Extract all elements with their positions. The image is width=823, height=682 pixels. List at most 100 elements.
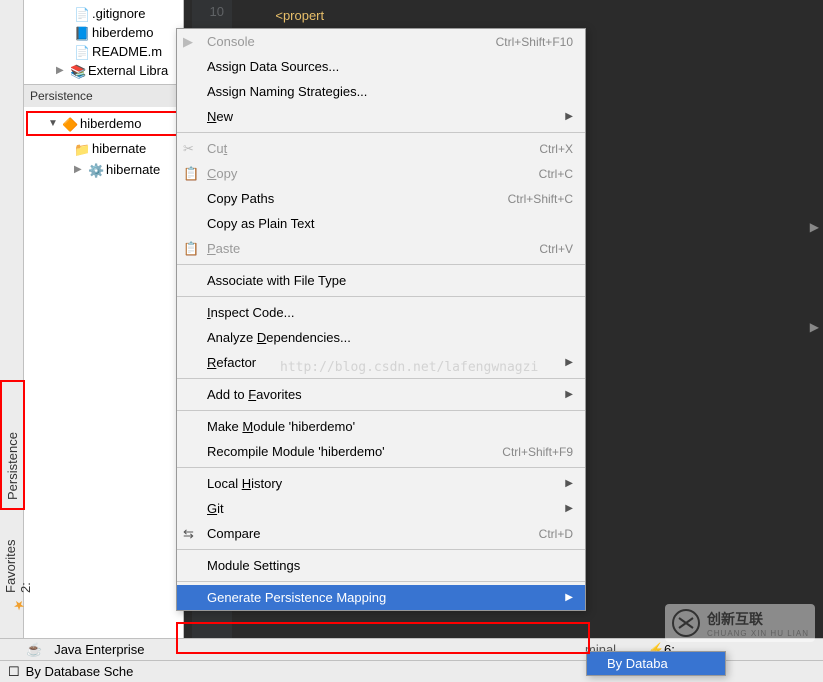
menu-item-cut[interactable]: ✂ CutCtrl+X xyxy=(177,136,585,161)
code-line: <propert xyxy=(232,4,823,28)
menu-item-label: Assign Data Sources... xyxy=(207,59,573,74)
menu-item-label: Paste xyxy=(207,241,539,256)
expand-arrow-icon[interactable]: ▶ xyxy=(74,164,84,175)
menu-separator xyxy=(177,378,585,379)
menu-item-add-to-favorites[interactable]: Add to Favorites▶ xyxy=(177,382,585,407)
config-icon: ⚙️ xyxy=(88,163,102,177)
menu-item-label: Module Settings xyxy=(207,558,573,573)
menu-item-recompile-module-hiberdemo[interactable]: Recompile Module 'hiberdemo'Ctrl+Shift+F… xyxy=(177,439,585,464)
menu-separator xyxy=(177,132,585,133)
menu-item-label: Git xyxy=(207,501,555,516)
folder-icon: 📁 xyxy=(74,142,88,156)
tree-item[interactable]: 📄 .gitignore xyxy=(24,4,183,23)
menu-item-label: Compare xyxy=(207,526,539,541)
submenu-arrow-icon: ▶ xyxy=(565,503,573,514)
submenu-arrow-icon: ▶ xyxy=(565,592,573,603)
menu-item-module-settings[interactable]: Module Settings xyxy=(177,553,585,578)
menu-item-copy-paths[interactable]: Copy PathsCtrl+Shift+C xyxy=(177,186,585,211)
status-java-enterprise[interactable]: Java Enterprise xyxy=(54,642,144,657)
star-icon: ★ xyxy=(11,597,26,612)
module-file-icon: 📘 xyxy=(74,26,88,40)
watermark-logo-icon xyxy=(671,608,701,638)
menu-item-compare[interactable]: ⇆CompareCtrl+D xyxy=(177,521,585,546)
tree-item-label: README.m xyxy=(92,44,162,59)
submenu-item-by-database[interactable]: By Databa xyxy=(587,652,725,675)
menu-separator xyxy=(177,264,585,265)
line-number: 10 xyxy=(196,4,224,19)
persistence-item[interactable]: ▶ ⚙️ hibernate xyxy=(24,159,183,180)
copy-icon: 📋 xyxy=(183,166,199,182)
menu-item-label: Associate with File Type xyxy=(207,273,573,288)
menu-item-local-history[interactable]: Local History▶ xyxy=(177,471,585,496)
tree-item-label: hiberdemo xyxy=(92,25,153,40)
submenu-arrow-icon: ▶ xyxy=(565,357,573,368)
menu-item-git[interactable]: Git ▶ xyxy=(177,496,585,521)
paste-icon: 📋 xyxy=(183,241,199,257)
menu-separator xyxy=(177,467,585,468)
menu-item-copy-as-plain-text[interactable]: Copy as Plain Text xyxy=(177,211,585,236)
menu-shortcut: Ctrl+X xyxy=(539,142,573,156)
menu-item-label: Cut xyxy=(207,141,539,156)
menu-separator xyxy=(177,549,585,550)
menu-item-analyze-dependencies[interactable]: Analyze Dependencies... xyxy=(177,325,585,350)
menu-item-label: Refactor xyxy=(207,355,555,370)
menu-item-inspect-code[interactable]: Inspect Code... xyxy=(177,300,585,325)
project-panel: 📄 .gitignore 📘 hiberdemo 📄 README.m ▶ 📚 … xyxy=(24,0,184,682)
expand-arrow-icon[interactable]: ▶ xyxy=(56,65,66,76)
watermark: 创新互联 CHUANG XIN HU LIAN xyxy=(665,604,815,642)
menu-item-paste[interactable]: 📋 PasteCtrl+V xyxy=(177,236,585,261)
menu-item-assign-naming-strategies[interactable]: Assign Naming Strategies... xyxy=(177,79,585,104)
menu-item-copy[interactable]: 📋CopyCtrl+C xyxy=(177,161,585,186)
file-icon: 📄 xyxy=(74,45,88,59)
bottom-by-schema[interactable]: By Database Sche xyxy=(26,664,134,679)
menu-item-new[interactable]: New▶ xyxy=(177,104,585,129)
tree-item-label: External Libra xyxy=(88,63,168,78)
menu-item-make-module-hiberdemo[interactable]: Make Module 'hiberdemo' xyxy=(177,414,585,439)
file-tree: 📄 .gitignore 📘 hiberdemo 📄 README.m ▶ 📚 … xyxy=(24,0,183,84)
fold-marker-icon[interactable]: ▶ xyxy=(810,320,819,334)
menu-separator xyxy=(177,581,585,582)
menu-item-assign-data-sources[interactable]: Assign Data Sources... xyxy=(177,54,585,79)
menu-item-label: Generate Persistence Mapping xyxy=(207,590,555,605)
menu-item-label: Copy Paths xyxy=(207,191,508,206)
menu-item-associate-with-file-type[interactable]: Associate with File Type xyxy=(177,268,585,293)
vertical-tab-label: Persistence xyxy=(5,432,20,500)
expand-arrow-icon[interactable]: ▼ xyxy=(48,118,58,129)
submenu-arrow-icon: ▶ xyxy=(565,111,573,122)
menu-separator xyxy=(177,410,585,411)
menu-item-console[interactable]: ▶ConsoleCtrl+Shift+F10 xyxy=(177,29,585,54)
java-enterprise-icon: ☕ xyxy=(26,642,42,658)
tree-item-label: .gitignore xyxy=(92,6,145,21)
persistence-tree: ▼ 🔶 hiberdemo 📁 hibernate ▶ ⚙️ hibernate xyxy=(24,107,183,182)
menu-item-generate-persistence-mapping[interactable]: Generate Persistence Mapping ▶ xyxy=(177,585,585,610)
menu-item-label: Local History xyxy=(207,476,555,491)
menu-item-label: Make Module 'hiberdemo' xyxy=(207,419,573,434)
vertical-tab-favorites[interactable]: ★ 2: Favorites xyxy=(0,520,36,620)
menu-item-label: Analyze Dependencies... xyxy=(207,330,573,345)
vertical-tab-label: 2: Favorites xyxy=(3,528,33,593)
menu-item-label: Copy xyxy=(207,166,539,181)
context-menu: ▶ConsoleCtrl+Shift+F10Assign Data Source… xyxy=(176,28,586,611)
menu-shortcut: Ctrl+Shift+F10 xyxy=(496,35,573,49)
persistence-item-label: hibernate xyxy=(92,141,146,156)
module-icon: 🔶 xyxy=(62,117,76,131)
persistence-item-module[interactable]: ▼ 🔶 hiberdemo xyxy=(26,111,181,136)
menu-item-refactor[interactable]: Refactor ▶ xyxy=(177,350,585,375)
menu-item-label: Add to Favorites xyxy=(207,387,555,402)
menu-item-label: Recompile Module 'hiberdemo' xyxy=(207,444,502,459)
persistence-item-label: hiberdemo xyxy=(80,116,141,131)
menu-shortcut: Ctrl+Shift+C xyxy=(508,192,573,206)
cut-icon: ✂ xyxy=(183,141,199,157)
compare-icon: ⇆ xyxy=(183,526,199,542)
persistence-item[interactable]: 📁 hibernate xyxy=(24,138,183,159)
tree-item[interactable]: 📘 hiberdemo xyxy=(24,23,183,42)
tree-item-external-libs[interactable]: ▶ 📚 External Libra xyxy=(24,61,183,80)
vertical-tab-persistence[interactable]: Persistence xyxy=(0,380,25,510)
checkbox-icon[interactable]: ☐ xyxy=(8,664,20,680)
library-icon: 📚 xyxy=(70,64,84,78)
fold-marker-icon[interactable]: ▶ xyxy=(810,220,819,234)
menu-item-label: Console xyxy=(207,34,496,49)
menu-item-label: Copy as Plain Text xyxy=(207,216,573,231)
menu-shortcut: Ctrl+V xyxy=(539,242,573,256)
tree-item[interactable]: 📄 README.m xyxy=(24,42,183,61)
